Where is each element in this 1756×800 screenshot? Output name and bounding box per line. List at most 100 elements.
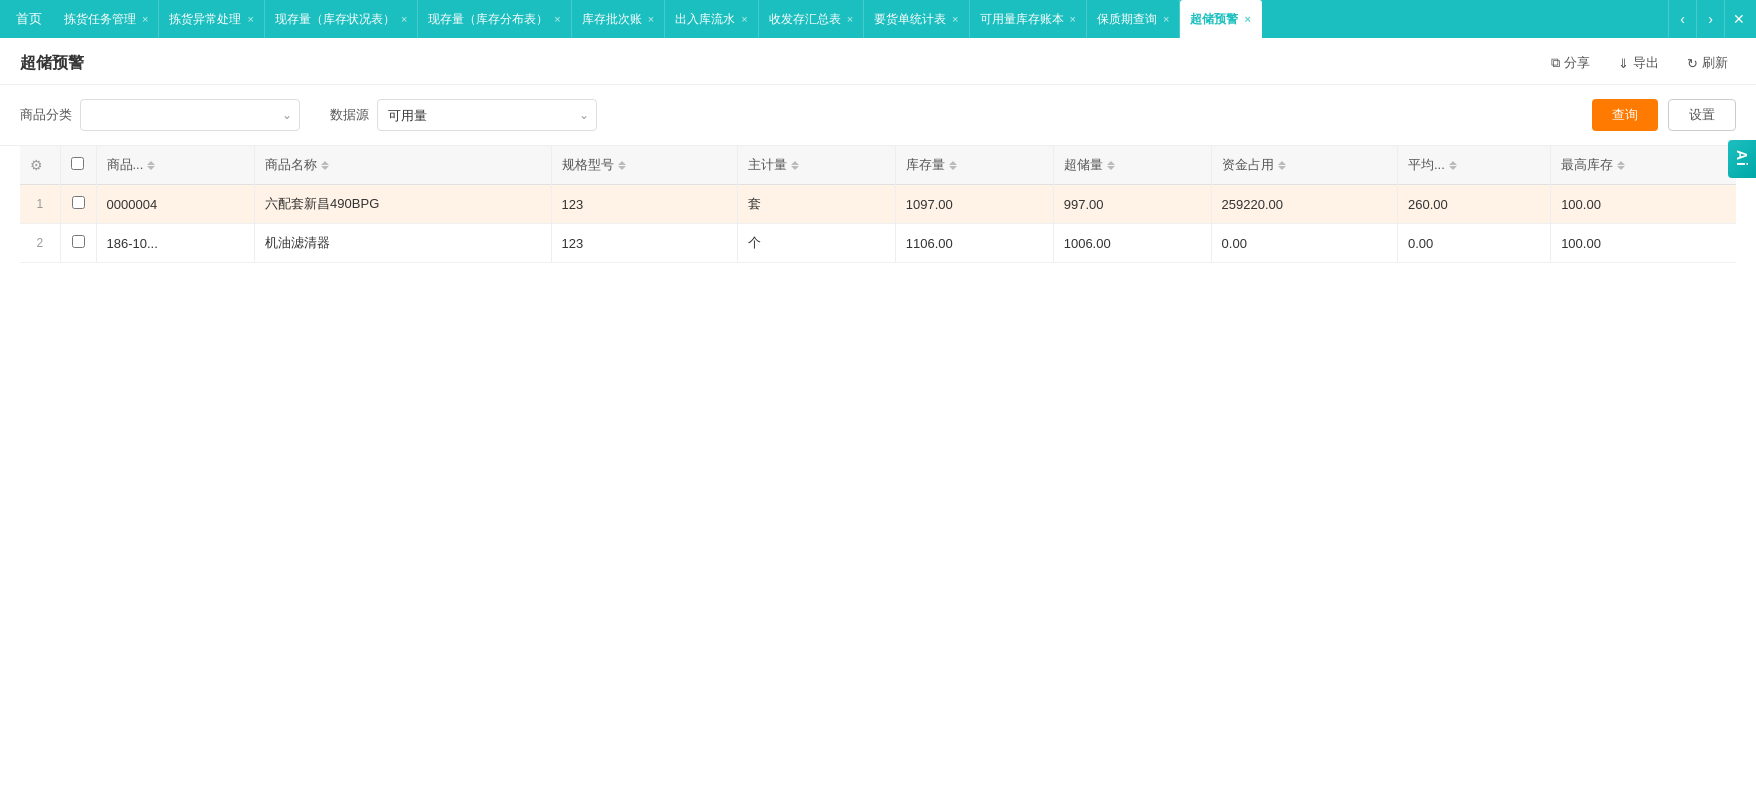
close-tab-tab3[interactable]: × bbox=[401, 13, 407, 25]
overstock: 997.00 bbox=[1053, 185, 1211, 224]
page-content: 超储预警 ⧉ 分享 ⇓ 导出 ↻ 刷新 商品分类 ⌄ bbox=[0, 38, 1756, 800]
nav-tab-tab6[interactable]: 出入库流水× bbox=[665, 0, 758, 38]
col-spec: 规格型号 bbox=[551, 146, 737, 185]
col-unit: 主计量 bbox=[737, 146, 895, 185]
category-filter: 商品分类 ⌄ bbox=[20, 99, 300, 131]
stock: 1097.00 bbox=[895, 185, 1053, 224]
nav-tab-tab2[interactable]: 拣货异常处理× bbox=[159, 0, 264, 38]
nav-arrows: ‹ › ✕ bbox=[1668, 0, 1752, 38]
col-product-name-sorter[interactable]: 商品名称 bbox=[265, 156, 329, 174]
table-row: 1 0000004 六配套新昌490BPG 123 套 1097.00 997.… bbox=[20, 185, 1736, 224]
sort-unit-icon bbox=[791, 161, 799, 170]
sort-avg-icon bbox=[1449, 161, 1457, 170]
data-table: ⚙ 商品... bbox=[20, 146, 1736, 263]
share-button[interactable]: ⧉ 分享 bbox=[1543, 50, 1598, 76]
top-nav: 首页 拣货任务管理×拣货异常处理×现存量（库存状况表）×现存量（库存分布表）×库… bbox=[0, 0, 1756, 38]
row-checkbox-cell bbox=[60, 185, 96, 224]
col-overstock-sorter[interactable]: 超储量 bbox=[1064, 156, 1115, 174]
close-tab-tab6[interactable]: × bbox=[741, 13, 747, 25]
close-tab-tab7[interactable]: × bbox=[847, 13, 853, 25]
nav-tab-tab7[interactable]: 收发存汇总表× bbox=[759, 0, 864, 38]
col-product-code-sorter[interactable]: 商品... bbox=[107, 156, 156, 174]
filter-area: 商品分类 ⌄ 数据源 可用量 ⌄ 查询 设置 bbox=[0, 85, 1756, 146]
nav-home[interactable]: 首页 bbox=[4, 10, 54, 28]
export-icon: ⇓ bbox=[1618, 56, 1629, 71]
col-settings: ⚙ bbox=[20, 146, 60, 185]
close-tab-tab4[interactable]: × bbox=[554, 13, 560, 25]
col-capital: 资金占用 bbox=[1211, 146, 1397, 185]
product-code: 0000004 bbox=[96, 185, 255, 224]
col-stock-sorter[interactable]: 库存量 bbox=[906, 156, 957, 174]
col-product-code: 商品... bbox=[96, 146, 255, 185]
page-header: 超储预警 ⧉ 分享 ⇓ 导出 ↻ 刷新 bbox=[0, 38, 1756, 85]
datasource-label: 数据源 bbox=[330, 106, 369, 124]
unit: 套 bbox=[737, 185, 895, 224]
col-maxstock: 最高库存 bbox=[1551, 146, 1736, 185]
nav-tab-tab9[interactable]: 可用量库存账本× bbox=[970, 0, 1087, 38]
refresh-icon: ↻ bbox=[1687, 56, 1698, 71]
nav-tab-tab4[interactable]: 现存量（库存分布表）× bbox=[418, 0, 571, 38]
nav-tabs-container: 拣货任务管理×拣货异常处理×现存量（库存状况表）×现存量（库存分布表）×库存批次… bbox=[54, 0, 1262, 38]
col-product-name: 商品名称 bbox=[255, 146, 551, 185]
export-label: 导出 bbox=[1633, 54, 1659, 72]
nav-tab-tab11[interactable]: 超储预警× bbox=[1180, 0, 1261, 38]
query-button[interactable]: 查询 bbox=[1592, 99, 1658, 131]
select-all-checkbox[interactable] bbox=[71, 157, 84, 170]
close-tab-tab5[interactable]: × bbox=[648, 13, 654, 25]
close-tab-tab11[interactable]: × bbox=[1244, 13, 1250, 25]
table-header-row: ⚙ 商品... bbox=[20, 146, 1736, 185]
avg-cost: 260.00 bbox=[1397, 185, 1550, 224]
refresh-label: 刷新 bbox=[1702, 54, 1728, 72]
col-checkbox bbox=[60, 146, 96, 185]
close-tab-tab2[interactable]: × bbox=[247, 13, 253, 25]
sort-product-code-icon bbox=[147, 161, 155, 170]
col-spec-sorter[interactable]: 规格型号 bbox=[562, 156, 626, 174]
capital-occupancy: 259220.00 bbox=[1211, 185, 1397, 224]
table-container: ⚙ 商品... bbox=[0, 146, 1756, 263]
close-tab-tab1[interactable]: × bbox=[142, 13, 148, 25]
close-tab-tab9[interactable]: × bbox=[1070, 13, 1076, 25]
col-capital-sorter[interactable]: 资金占用 bbox=[1222, 156, 1286, 174]
col-maxstock-sorter[interactable]: 最高库存 bbox=[1561, 156, 1625, 174]
row-num: 1 bbox=[20, 185, 60, 224]
col-unit-sorter[interactable]: 主计量 bbox=[748, 156, 799, 174]
nav-arrow-right[interactable]: › bbox=[1696, 0, 1724, 38]
nav-tab-tab5[interactable]: 库存批次账× bbox=[572, 0, 665, 38]
settings-icon[interactable]: ⚙ bbox=[30, 157, 43, 173]
sort-stock-icon bbox=[949, 161, 957, 170]
header-actions: ⧉ 分享 ⇓ 导出 ↻ 刷新 bbox=[1543, 50, 1736, 76]
share-label: 分享 bbox=[1564, 54, 1590, 72]
category-select[interactable] bbox=[80, 99, 300, 131]
export-button[interactable]: ⇓ 导出 bbox=[1610, 50, 1667, 76]
nav-tab-tab1[interactable]: 拣货任务管理× bbox=[54, 0, 159, 38]
unit: 个 bbox=[737, 224, 895, 263]
close-tab-tab8[interactable]: × bbox=[952, 13, 958, 25]
sort-capital-icon bbox=[1278, 161, 1286, 170]
datasource-select[interactable]: 可用量 bbox=[377, 99, 597, 131]
nav-arrow-close[interactable]: ✕ bbox=[1724, 0, 1752, 38]
datasource-filter: 数据源 可用量 ⌄ bbox=[330, 99, 597, 131]
row-checkbox[interactable] bbox=[72, 235, 85, 248]
close-tab-tab10[interactable]: × bbox=[1163, 13, 1169, 25]
settings-button[interactable]: 设置 bbox=[1668, 99, 1736, 131]
nav-tab-tab3[interactable]: 现存量（库存状况表）× bbox=[265, 0, 418, 38]
spec: 123 bbox=[551, 224, 737, 263]
row-checkbox[interactable] bbox=[72, 196, 85, 209]
col-stock: 库存量 bbox=[895, 146, 1053, 185]
capital-occupancy: 0.00 bbox=[1211, 224, 1397, 263]
product-code: 186-10... bbox=[96, 224, 255, 263]
sort-spec-icon bbox=[618, 161, 626, 170]
filter-buttons: 查询 设置 bbox=[1592, 99, 1736, 131]
col-avg-sorter[interactable]: 平均... bbox=[1408, 156, 1457, 174]
ai-badge[interactable]: Ai bbox=[1728, 140, 1756, 178]
product-name: 六配套新昌490BPG bbox=[255, 185, 551, 224]
avg-cost: 0.00 bbox=[1397, 224, 1550, 263]
refresh-button[interactable]: ↻ 刷新 bbox=[1679, 50, 1736, 76]
nav-tab-tab8[interactable]: 要货单统计表× bbox=[864, 0, 969, 38]
page-title: 超储预警 bbox=[20, 53, 84, 74]
row-checkbox-cell bbox=[60, 224, 96, 263]
nav-tab-tab10[interactable]: 保质期查询× bbox=[1087, 0, 1180, 38]
nav-arrow-left[interactable]: ‹ bbox=[1668, 0, 1696, 38]
spec: 123 bbox=[551, 185, 737, 224]
max-stock: 100.00 bbox=[1551, 224, 1736, 263]
